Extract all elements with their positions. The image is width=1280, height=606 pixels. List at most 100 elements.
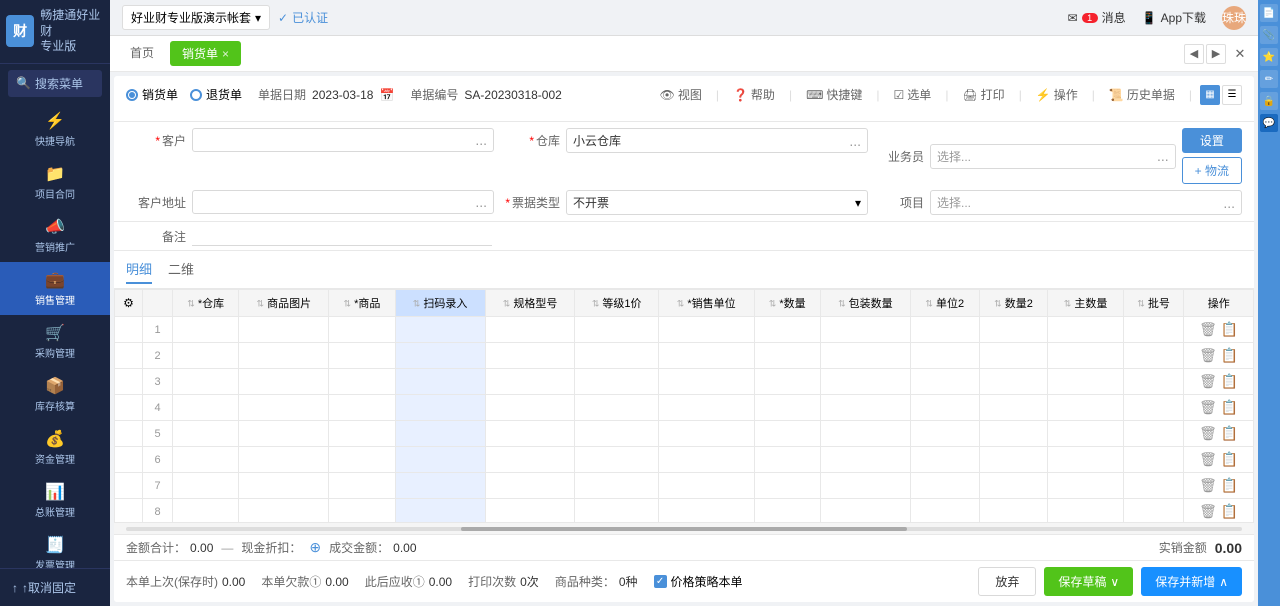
row-product-img[interactable]: [239, 473, 329, 499]
salesperson-dots[interactable]: ...: [1157, 148, 1169, 164]
calendar-icon[interactable]: 📅: [379, 88, 394, 102]
col-product[interactable]: ⇅ *商品: [329, 290, 395, 317]
col-quantity[interactable]: ⇅ *数量: [754, 290, 820, 317]
row-sales-unit[interactable]: [658, 395, 754, 421]
toolbar-select-btn[interactable]: ☑ 选单: [888, 84, 938, 105]
delete-row-icon[interactable]: 🗑: [1199, 477, 1217, 494]
col-unit2[interactable]: ⇅ 单位2: [910, 290, 979, 317]
search-menu-button[interactable]: 🔍 搜索菜单: [8, 70, 102, 97]
row-package-qty[interactable]: [820, 317, 910, 343]
row-sales-unit[interactable]: [658, 473, 754, 499]
row-price1[interactable]: [575, 421, 658, 447]
col-warehouse[interactable]: ⇅ *仓库: [173, 290, 239, 317]
row-warehouse[interactable]: [173, 447, 239, 473]
sidebar-item-finance[interactable]: 💰 资金管理: [0, 421, 110, 474]
row-warehouse[interactable]: [173, 473, 239, 499]
row-barcode[interactable]: [395, 473, 485, 499]
row-batch[interactable]: [1123, 317, 1184, 343]
delete-row-icon[interactable]: 🗑: [1199, 321, 1217, 338]
warehouse-input[interactable]: 小云仓库 ...: [566, 128, 868, 153]
date-value[interactable]: 2023-03-18: [312, 88, 373, 102]
scrollbar-thumb[interactable]: [461, 527, 907, 531]
sidebar-item-quick-nav[interactable]: ⚡ 快捷导航: [0, 103, 110, 156]
row-price1[interactable]: [575, 317, 658, 343]
toolbar-print-btn[interactable]: 🖨 打印: [956, 84, 1010, 105]
delete-row-icon[interactable]: 🗑: [1199, 451, 1217, 468]
radio-sales-order[interactable]: 销货单: [126, 86, 178, 103]
row-unit2[interactable]: [910, 317, 979, 343]
toolbar-view-btn[interactable]: 👁 视图: [654, 84, 708, 105]
project-input[interactable]: 选择... ...: [930, 190, 1242, 215]
settings-col-header[interactable]: ⚙: [115, 290, 143, 317]
row-package-qty[interactable]: [820, 343, 910, 369]
delete-row-icon[interactable]: 🗑: [1199, 399, 1217, 416]
row-spec[interactable]: [485, 317, 575, 343]
row-package-qty[interactable]: [820, 447, 910, 473]
row-product[interactable]: [329, 343, 395, 369]
row-unit2[interactable]: [910, 343, 979, 369]
row-unit2[interactable]: [910, 395, 979, 421]
row-product-img[interactable]: [239, 317, 329, 343]
row-batch[interactable]: [1123, 421, 1184, 447]
radio-return-order[interactable]: 退货单: [190, 86, 242, 103]
sidebar-item-inventory[interactable]: 📦 库存核算: [0, 368, 110, 421]
row-warehouse[interactable]: [173, 369, 239, 395]
row-quantity[interactable]: [754, 395, 820, 421]
sidebar-item-project[interactable]: 📁 项目合同: [0, 156, 110, 209]
row-product-img[interactable]: [239, 369, 329, 395]
col-price1[interactable]: ⇅ 等级1价: [575, 290, 658, 317]
row-sales-unit[interactable]: [658, 447, 754, 473]
toolbar-shortcut-btn[interactable]: ⌨ 快捷键: [800, 84, 868, 105]
row-qty2[interactable]: [979, 473, 1048, 499]
address-input[interactable]: ...: [192, 190, 494, 214]
col-batch[interactable]: ⇅ 批号: [1123, 290, 1184, 317]
row-unit2[interactable]: [910, 473, 979, 499]
col-qty2[interactable]: ⇅ 数量2: [979, 290, 1048, 317]
right-panel-edit-icon[interactable]: ✏: [1260, 70, 1278, 88]
delete-row-icon[interactable]: 🗑: [1199, 425, 1217, 442]
tab-close-icon[interactable]: ×: [222, 47, 229, 61]
save-draft-button[interactable]: 保存草稿 ∨: [1044, 567, 1133, 596]
row-quantity[interactable]: [754, 447, 820, 473]
copy-row-icon[interactable]: 📋: [1221, 451, 1238, 468]
col-main-qty[interactable]: ⇅ 主数量: [1048, 290, 1123, 317]
row-sales-unit[interactable]: [658, 421, 754, 447]
row-product[interactable]: [329, 499, 395, 523]
row-price1[interactable]: [575, 343, 658, 369]
delete-row-icon[interactable]: 🗑: [1199, 373, 1217, 390]
row-spec[interactable]: [485, 395, 575, 421]
delete-row-icon[interactable]: 🗑: [1199, 503, 1217, 520]
right-panel-doc-icon[interactable]: 📄: [1260, 4, 1278, 22]
row-spec[interactable]: [485, 369, 575, 395]
row-batch[interactable]: [1123, 499, 1184, 523]
row-price1[interactable]: [575, 447, 658, 473]
row-unit2[interactable]: [910, 447, 979, 473]
sidebar-item-marketing[interactable]: 📣 营销推广: [0, 209, 110, 262]
row-spec[interactable]: [485, 421, 575, 447]
address-dots[interactable]: ...: [475, 194, 487, 210]
row-spec[interactable]: [485, 499, 575, 523]
right-panel-star-icon[interactable]: ⭐: [1260, 48, 1278, 66]
row-warehouse[interactable]: [173, 421, 239, 447]
right-panel-chat-icon[interactable]: 💬: [1260, 114, 1278, 132]
list-view-btn[interactable]: ☰: [1222, 85, 1242, 105]
row-quantity[interactable]: [754, 343, 820, 369]
tab-home[interactable]: 首页: [118, 38, 166, 69]
row-spec[interactable]: [485, 447, 575, 473]
row-unit2[interactable]: [910, 369, 979, 395]
row-barcode[interactable]: [395, 369, 485, 395]
row-warehouse[interactable]: [173, 317, 239, 343]
row-product-img[interactable]: [239, 395, 329, 421]
col-package-qty[interactable]: ⇅ 包装数量: [820, 290, 910, 317]
row-barcode[interactable]: [395, 317, 485, 343]
row-quantity[interactable]: [754, 369, 820, 395]
col-sales-unit[interactable]: ⇅ *销售单位: [658, 290, 754, 317]
row-price1[interactable]: [575, 473, 658, 499]
messages-button[interactable]: ✉ 1 消息: [1068, 9, 1126, 26]
close-tab-button[interactable]: ✕: [1230, 44, 1250, 64]
row-price1[interactable]: [575, 499, 658, 523]
invoice-select[interactable]: 不开票 ▾: [566, 190, 868, 215]
row-warehouse[interactable]: [173, 343, 239, 369]
row-unit2[interactable]: [910, 421, 979, 447]
copy-row-icon[interactable]: 📋: [1221, 347, 1238, 364]
